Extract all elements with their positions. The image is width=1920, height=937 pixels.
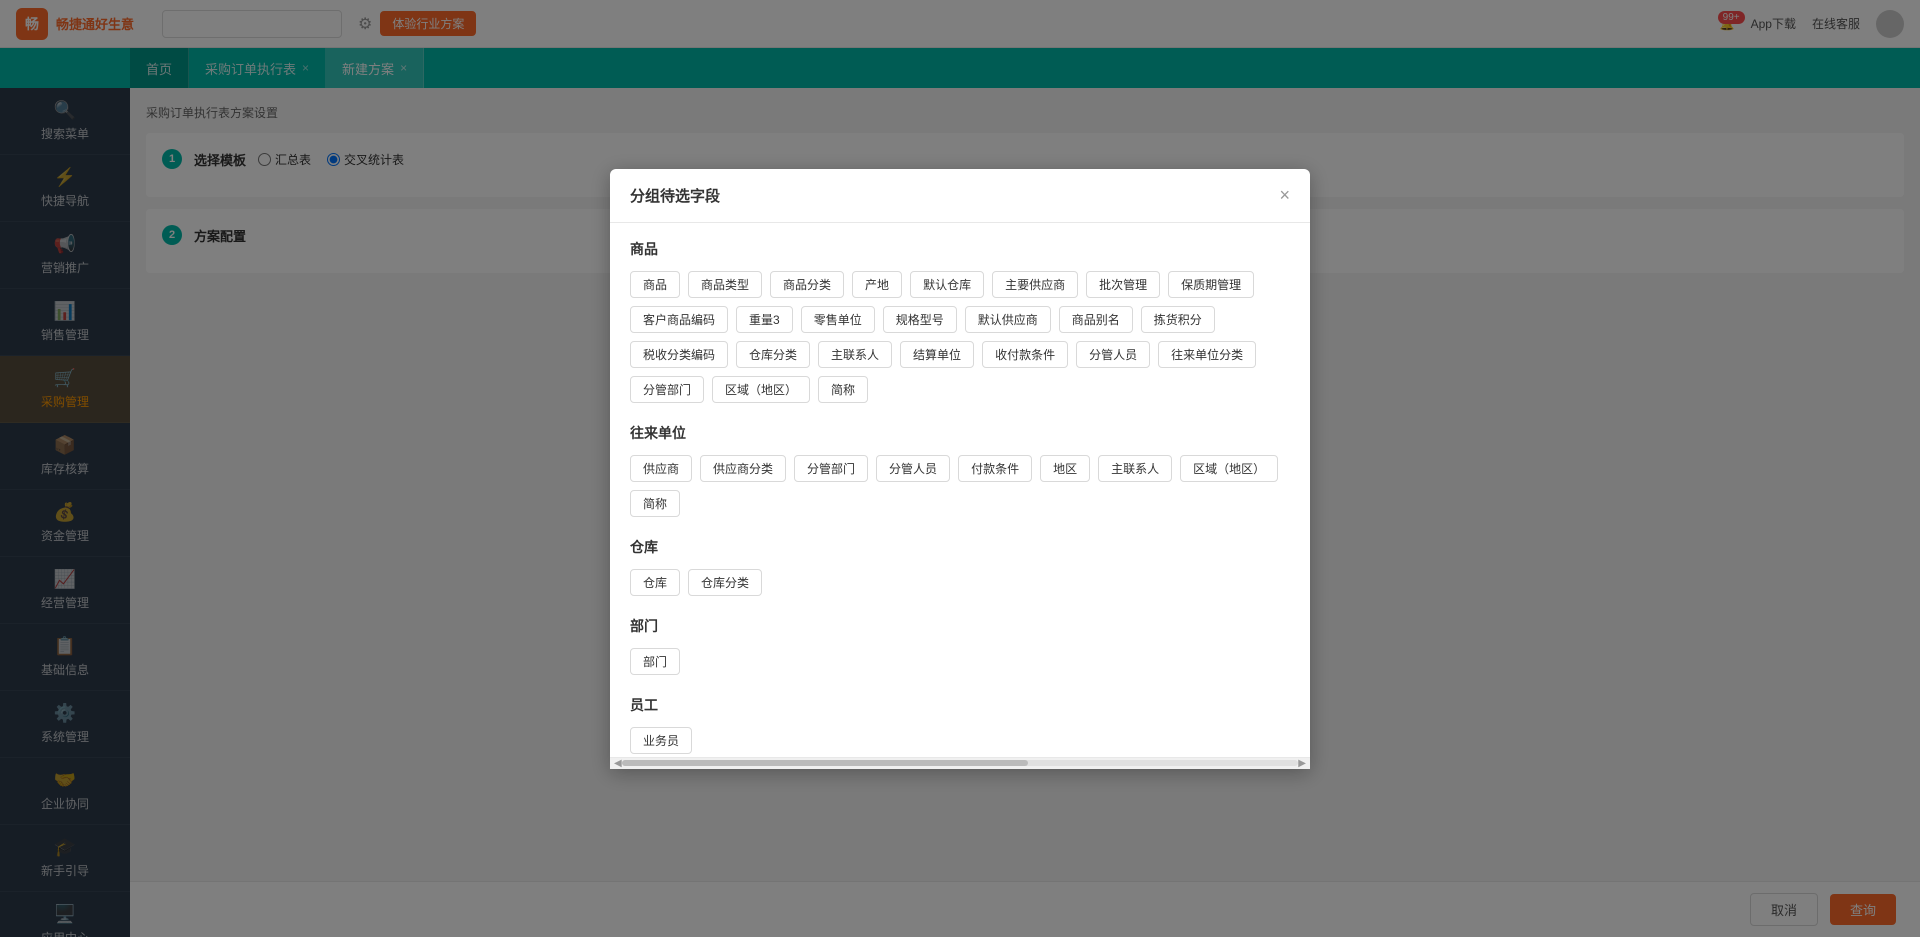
field-section-partner: 往来单位 供应商 供应商分类 分管部门 分管人员 付款条件 地区 主联系人 区域… [630, 423, 1290, 517]
field-tag-partner-6[interactable]: 主联系人 [1098, 455, 1172, 482]
field-tag-product-3[interactable]: 产地 [852, 271, 902, 298]
field-tag-product-2[interactable]: 商品分类 [770, 271, 844, 298]
modal-close-button[interactable]: × [1279, 185, 1290, 206]
field-tag-product-8[interactable]: 客户商品编码 [630, 306, 728, 333]
scroll-thumb[interactable] [622, 760, 1028, 766]
field-tag-product-19[interactable]: 收付款条件 [982, 341, 1068, 368]
field-tag-product-0[interactable]: 商品 [630, 271, 680, 298]
field-tag-product-9[interactable]: 重量3 [736, 306, 793, 333]
scroll-left-arrow[interactable]: ◀ [614, 758, 622, 769]
field-section-employee-title: 员工 [630, 695, 1290, 715]
product-field-tags: 商品 商品类型 商品分类 产地 默认仓库 主要供应商 批次管理 保质期管理 客户… [630, 271, 1290, 403]
field-tag-warehouse-1[interactable]: 仓库分类 [688, 569, 762, 596]
field-tag-partner-3[interactable]: 分管人员 [876, 455, 950, 482]
field-tag-partner-0[interactable]: 供应商 [630, 455, 692, 482]
field-tag-product-21[interactable]: 往来单位分类 [1158, 341, 1256, 368]
field-section-warehouse-title: 仓库 [630, 537, 1290, 557]
field-tag-partner-8[interactable]: 简称 [630, 490, 680, 517]
field-tag-product-16[interactable]: 仓库分类 [736, 341, 810, 368]
field-section-partner-title: 往来单位 [630, 423, 1290, 443]
field-tag-product-17[interactable]: 主联系人 [818, 341, 892, 368]
field-tag-partner-4[interactable]: 付款条件 [958, 455, 1032, 482]
scroll-track [622, 760, 1299, 766]
modal-header: 分组待选字段 × [610, 169, 1310, 223]
partner-field-tags: 供应商 供应商分类 分管部门 分管人员 付款条件 地区 主联系人 区域（地区） … [630, 455, 1290, 517]
modal-scrollbar[interactable]: ◀ ▶ [610, 757, 1310, 769]
field-tag-product-13[interactable]: 商品别名 [1059, 306, 1133, 333]
field-tag-product-5[interactable]: 主要供应商 [992, 271, 1078, 298]
field-tag-product-20[interactable]: 分管人员 [1076, 341, 1150, 368]
field-tag-partner-7[interactable]: 区域（地区） [1180, 455, 1278, 482]
field-tag-partner-2[interactable]: 分管部门 [794, 455, 868, 482]
employee-field-tags: 业务员 [630, 727, 1290, 754]
field-tag-product-12[interactable]: 默认供应商 [965, 306, 1051, 333]
field-tag-dept-0[interactable]: 部门 [630, 648, 680, 675]
field-tag-product-1[interactable]: 商品类型 [688, 271, 762, 298]
modal: 分组待选字段 × 商品 商品 商品类型 商品分类 产地 默认仓库 主要供应商 批… [610, 169, 1310, 769]
dept-field-tags: 部门 [630, 648, 1290, 675]
field-section-dept-title: 部门 [630, 616, 1290, 636]
field-section-product: 商品 商品 商品类型 商品分类 产地 默认仓库 主要供应商 批次管理 保质期管理… [630, 239, 1290, 403]
field-tag-partner-1[interactable]: 供应商分类 [700, 455, 786, 482]
modal-title: 分组待选字段 [630, 185, 720, 206]
field-tag-partner-5[interactable]: 地区 [1040, 455, 1090, 482]
field-section-dept: 部门 部门 [630, 616, 1290, 675]
field-tag-product-6[interactable]: 批次管理 [1086, 271, 1160, 298]
field-section-employee: 员工 业务员 [630, 695, 1290, 754]
field-tag-product-24[interactable]: 简称 [818, 376, 868, 403]
field-section-warehouse: 仓库 仓库 仓库分类 [630, 537, 1290, 596]
modal-body: 商品 商品 商品类型 商品分类 产地 默认仓库 主要供应商 批次管理 保质期管理… [610, 223, 1310, 757]
overlay: 分组待选字段 × 商品 商品 商品类型 商品分类 产地 默认仓库 主要供应商 批… [0, 0, 1920, 937]
field-tag-product-14[interactable]: 拣货积分 [1141, 306, 1215, 333]
field-tag-product-15[interactable]: 税收分类编码 [630, 341, 728, 368]
warehouse-field-tags: 仓库 仓库分类 [630, 569, 1290, 596]
field-tag-warehouse-0[interactable]: 仓库 [630, 569, 680, 596]
scroll-right-arrow[interactable]: ▶ [1298, 758, 1306, 769]
field-tag-product-7[interactable]: 保质期管理 [1168, 271, 1254, 298]
field-tag-product-10[interactable]: 零售单位 [801, 306, 875, 333]
field-tag-employee-0[interactable]: 业务员 [630, 727, 692, 754]
field-tag-product-11[interactable]: 规格型号 [883, 306, 957, 333]
field-tag-product-22[interactable]: 分管部门 [630, 376, 704, 403]
field-section-product-title: 商品 [630, 239, 1290, 259]
field-tag-product-23[interactable]: 区域（地区） [712, 376, 810, 403]
field-tag-product-4[interactable]: 默认仓库 [910, 271, 984, 298]
field-tag-product-18[interactable]: 结算单位 [900, 341, 974, 368]
